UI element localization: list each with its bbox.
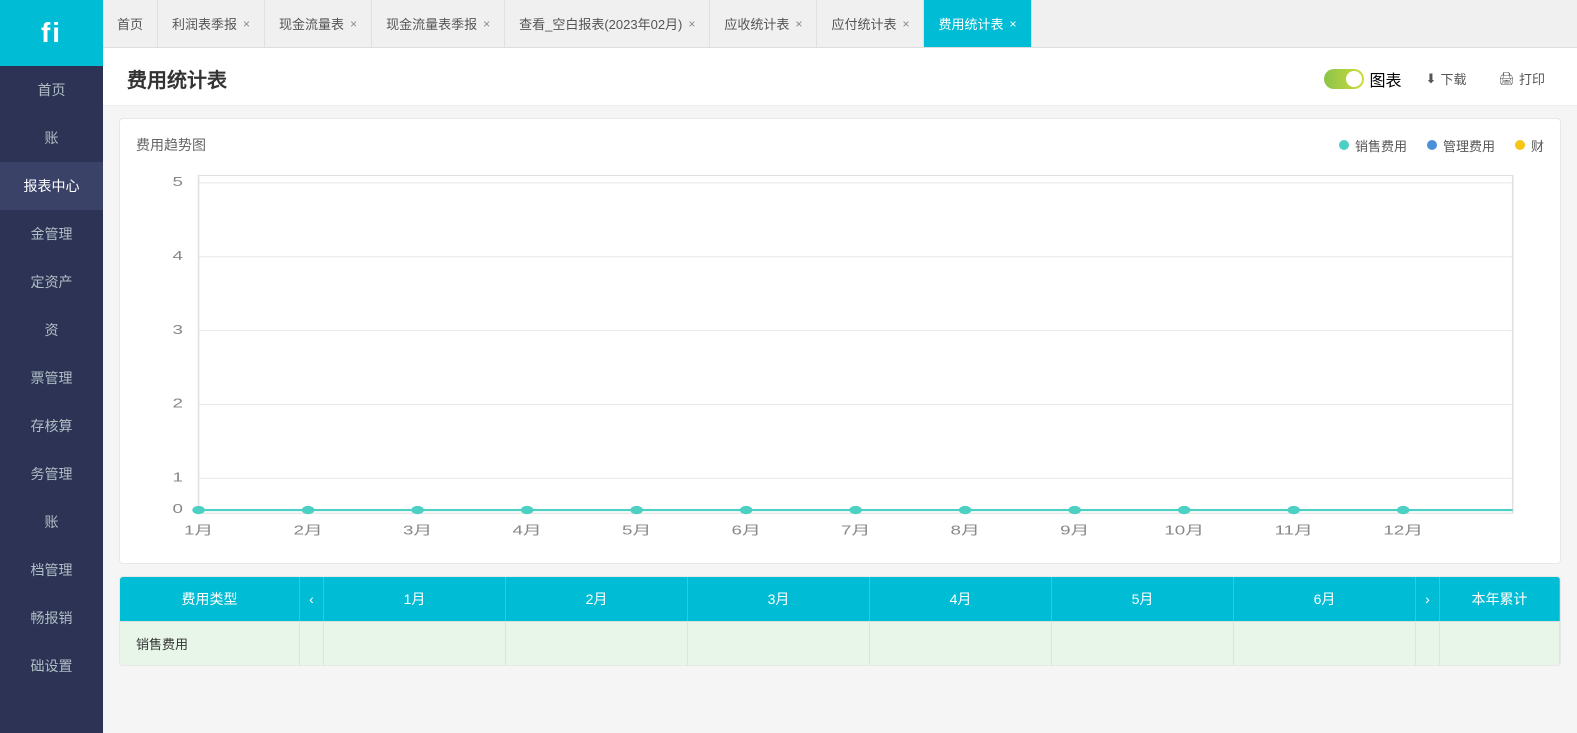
download-icon: ⬇ [1426, 71, 1437, 87]
svg-text:6月: 6月 [732, 524, 761, 537]
tab-receivable[interactable]: 应收统计表 × [710, 0, 817, 48]
sidebar-item-capital[interactable]: 资 [0, 306, 103, 354]
td-month-5-0 [1052, 622, 1234, 665]
th-month-2: 2月 [506, 577, 688, 621]
page-content: 费用统计表 图表 ⬇ 下载 🖨 打印 费用趋势图 [103, 48, 1577, 733]
sidebar-item-report-center[interactable]: 报表中心 [0, 162, 103, 210]
svg-text:8月: 8月 [951, 524, 980, 537]
chart-toggle-label: 图表 [1370, 67, 1402, 91]
page-title: 费用统计表 [127, 64, 227, 93]
sidebar-item-account[interactable]: 账 [0, 114, 103, 162]
legend-admin-cost: 管理费用 [1427, 136, 1495, 155]
sidebar-item-sales[interactable]: 畅报销 [0, 594, 103, 642]
sidebar-item-ledger[interactable]: 账 [0, 498, 103, 546]
svg-text:9月: 9月 [1060, 524, 1089, 537]
print-icon: 🖨 [1498, 71, 1515, 87]
svg-text:10月: 10月 [1164, 524, 1204, 537]
chart-svg: 5 4 3 2 1 0 [136, 167, 1544, 547]
svg-text:12月: 12月 [1383, 524, 1423, 537]
th-month-1: 1月 [324, 577, 506, 621]
svg-text:2: 2 [172, 397, 183, 410]
td-month-1-0 [324, 622, 506, 665]
tab-close-cashflow-quarterly[interactable]: × [483, 17, 490, 31]
legend-finance-cost: 财 [1515, 136, 1544, 155]
chart-legend: 销售费用 管理费用 财 [1339, 136, 1544, 155]
sidebar-item-inventory[interactable]: 存核算 [0, 402, 103, 450]
main-area: 首页 利润表季报 × 现金流量表 × 现金流量表季报 × 查看_空白报表(202… [103, 0, 1577, 733]
th-type: 费用类型 [120, 577, 300, 621]
legend-dot-sales [1339, 140, 1349, 150]
tab-blank-report[interactable]: 查看_空白报表(2023年02月) × [505, 0, 710, 48]
th-month-3: 3月 [688, 577, 870, 621]
sidebar: fi 首页 账 报表中心 金管理 定资产 资 票管理 存核算 务管理 账 档管理… [0, 0, 103, 733]
expense-table: 费用类型 ‹ 1月 2月 3月 4月 5月 [119, 576, 1561, 666]
chart-section: 费用趋势图 销售费用 管理费用 财 [119, 118, 1561, 564]
td-total-0 [1440, 622, 1560, 665]
td-month-2-0 [506, 622, 688, 665]
tab-bar: 首页 利润表季报 × 现金流量表 × 现金流量表季报 × 查看_空白报表(202… [103, 0, 1577, 48]
chart-toggle-wrap[interactable]: 图表 [1324, 67, 1402, 91]
app-logo: fi [0, 0, 103, 66]
svg-text:1: 1 [172, 471, 183, 484]
svg-text:2月: 2月 [293, 524, 322, 537]
legend-sales-cost: 销售费用 [1339, 136, 1407, 155]
td-month-4-0 [870, 622, 1052, 665]
th-nav-next[interactable]: › [1416, 577, 1440, 621]
sidebar-item-home[interactable]: 首页 [0, 66, 103, 114]
tab-close-expense-stats[interactable]: × [1009, 17, 1016, 31]
th-month-5: 5月 [1052, 577, 1234, 621]
td-month-3-0 [688, 622, 870, 665]
svg-text:1月: 1月 [184, 524, 213, 537]
th-month-4: 4月 [870, 577, 1052, 621]
svg-text:5月: 5月 [622, 524, 651, 537]
tab-cashflow-quarterly[interactable]: 现金流量表季报 × [372, 0, 505, 48]
table-header-row: 费用类型 ‹ 1月 2月 3月 4月 5月 [120, 577, 1560, 621]
tab-close-profit-quarterly[interactable]: × [243, 17, 250, 31]
tab-close-cashflow[interactable]: × [350, 17, 357, 31]
svg-text:11月: 11月 [1275, 524, 1313, 537]
td-type-0: 销售费用 [120, 622, 300, 665]
chart-title: 费用趋势图 [136, 135, 206, 155]
legend-dot-admin [1427, 140, 1437, 150]
sidebar-item-file-mgmt[interactable]: 档管理 [0, 546, 103, 594]
sidebar-item-service-mgmt[interactable]: 务管理 [0, 450, 103, 498]
sidebar-item-invoice-mgmt[interactable]: 票管理 [0, 354, 103, 402]
print-button[interactable]: 🖨 打印 [1490, 65, 1553, 92]
svg-text:4月: 4月 [513, 524, 542, 537]
sidebar-item-cash-mgmt[interactable]: 金管理 [0, 210, 103, 258]
th-month-6: 6月 [1234, 577, 1416, 621]
svg-text:4: 4 [172, 250, 183, 263]
chart-container: 5 4 3 2 1 0 [136, 167, 1544, 547]
nav-next-arrow[interactable]: › [1416, 587, 1439, 611]
tab-expense-stats[interactable]: 费用统计表 × [924, 0, 1031, 48]
td-month-6-0 [1234, 622, 1416, 665]
svg-text:3: 3 [172, 323, 183, 336]
td-nav-prev-spacer [300, 622, 324, 665]
chart-toggle[interactable] [1324, 69, 1364, 89]
svg-text:0: 0 [172, 503, 183, 516]
tab-cashflow[interactable]: 现金流量表 × [265, 0, 372, 48]
tab-profit-quarterly[interactable]: 利润表季报 × [158, 0, 265, 48]
th-total: 本年累计 [1440, 577, 1560, 621]
sidebar-item-fixed-assets[interactable]: 定资产 [0, 258, 103, 306]
tab-close-receivable[interactable]: × [795, 17, 802, 31]
svg-text:7月: 7月 [841, 524, 870, 537]
page-actions: 图表 ⬇ 下载 🖨 打印 [1324, 65, 1553, 92]
download-button[interactable]: ⬇ 下载 [1418, 65, 1475, 92]
chart-header: 费用趋势图 销售费用 管理费用 财 [136, 135, 1544, 155]
table-row: 销售费用 [120, 621, 1560, 665]
th-nav-prev[interactable]: ‹ [300, 577, 324, 621]
tab-payable[interactable]: 应付统计表 × [817, 0, 924, 48]
legend-dot-finance [1515, 140, 1525, 150]
td-nav-next-spacer [1416, 622, 1440, 665]
tab-close-blank-report[interactable]: × [688, 17, 695, 31]
svg-text:3月: 3月 [403, 524, 432, 537]
tab-home[interactable]: 首页 [103, 0, 158, 48]
sidebar-item-basic-settings[interactable]: 础设置 [0, 642, 103, 690]
tab-close-payable[interactable]: × [902, 17, 909, 31]
page-header: 费用统计表 图表 ⬇ 下载 🖨 打印 [103, 48, 1577, 106]
nav-prev-arrow[interactable]: ‹ [300, 587, 323, 611]
svg-text:5: 5 [172, 176, 183, 189]
